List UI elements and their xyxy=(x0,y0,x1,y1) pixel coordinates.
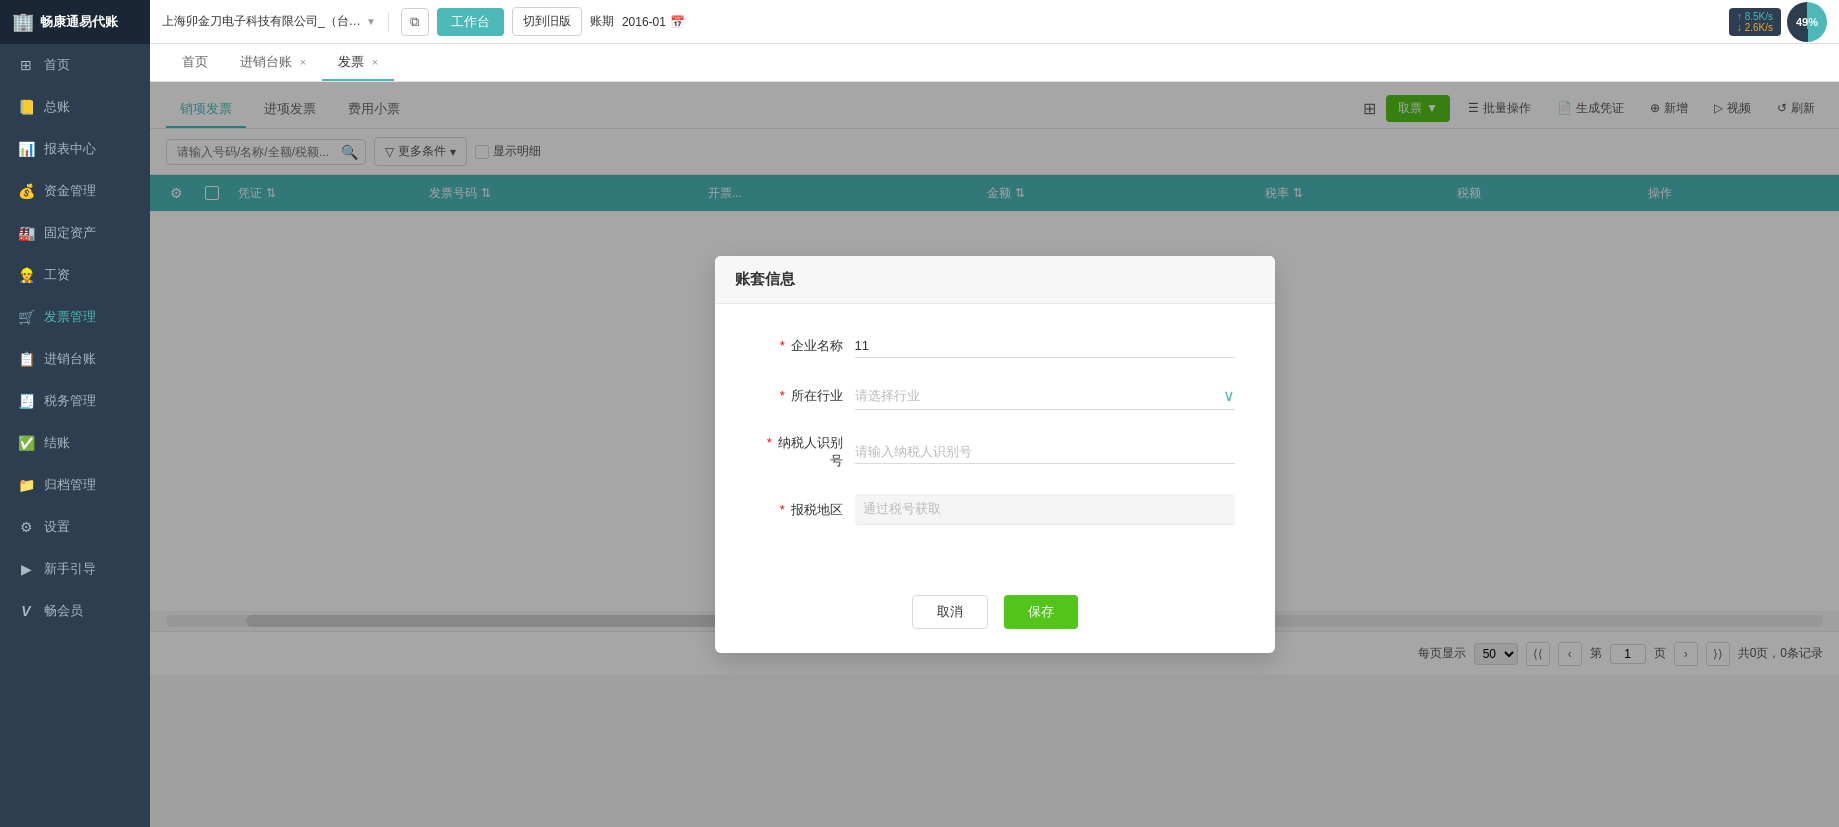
tax-id-label: * 纳税人识别号 xyxy=(755,434,855,470)
sidebar-item-reports[interactable]: 📊 报表中心 xyxy=(0,128,150,170)
sidebar-item-invoice[interactable]: 🛒 发票管理 xyxy=(0,296,150,338)
reports-icon: 📊 xyxy=(16,141,36,157)
logo-icon: 🏢 xyxy=(12,11,34,33)
modal-body: * 企业名称 * 所在行业 请选择行业 xyxy=(715,304,1275,579)
copy-button[interactable]: ⧉ xyxy=(401,8,429,36)
top-bar: 上海卯金刀电子科技有限公司_（台201... ▼ ⧉ 工作台 切到旧版 账期 2… xyxy=(150,0,1839,44)
sidebar-item-ledger[interactable]: 📒 总账 xyxy=(0,86,150,128)
company-dropdown-icon: ▼ xyxy=(366,16,376,27)
save-button[interactable]: 保存 xyxy=(1004,595,1078,629)
sidebar-item-guide[interactable]: ▶ 新手引导 xyxy=(0,548,150,590)
form-row-industry: * 所在行业 请选择行业 ∨ xyxy=(755,382,1235,410)
tab-invoice[interactable]: 发票 × xyxy=(322,45,394,81)
invoice-icon: 🛒 xyxy=(16,309,36,325)
industry-label: * 所在行业 xyxy=(755,387,855,405)
close-sales-purchase-tab[interactable]: × xyxy=(300,56,306,68)
separator-1 xyxy=(388,12,389,32)
sidebar-item-funds[interactable]: 💰 资金管理 xyxy=(0,170,150,212)
upload-speed: ↑ 8.5K/s xyxy=(1737,11,1773,22)
tab-sales-purchase[interactable]: 进销台账 × xyxy=(224,45,322,81)
company-name-label: * 企业名称 xyxy=(755,337,855,355)
modal-title: 账套信息 xyxy=(735,270,795,287)
tab-bar: 首页 进销台账 × 发票 × xyxy=(150,44,1839,82)
guide-icon: ▶ xyxy=(16,561,36,577)
download-speed: ↓ 2.6K/s xyxy=(1737,22,1773,33)
tax-id-input[interactable] xyxy=(855,440,1235,464)
archive-icon: 📁 xyxy=(16,477,36,493)
company-name: 上海卯金刀电子科技有限公司_（台201... xyxy=(162,13,362,30)
form-row-tax-region: * 报税地区 通过税号获取 xyxy=(755,494,1235,525)
sidebar-logo: 🏢 畅康通易代账 xyxy=(0,0,150,44)
close-invoice-tab[interactable]: × xyxy=(372,56,378,68)
fixed-assets-icon: 🏭 xyxy=(16,225,36,241)
modal-footer: 取消 保存 xyxy=(715,579,1275,653)
ledger-icon: 📒 xyxy=(16,99,36,115)
progress-circle: 49% xyxy=(1787,2,1827,42)
sales-purchase-icon: 📋 xyxy=(16,351,36,367)
sidebar-item-fixed-assets[interactable]: 🏭 固定资产 xyxy=(0,212,150,254)
sidebar-item-sales-purchase[interactable]: 📋 进销台账 xyxy=(0,338,150,380)
copy-icon: ⧉ xyxy=(410,14,419,30)
tax-region-label: * 报税地区 xyxy=(755,501,855,519)
company-name-input[interactable] xyxy=(855,334,1235,358)
old-version-button[interactable]: 切到旧版 xyxy=(512,7,582,36)
tax-region-display: 通过税号获取 xyxy=(855,494,1235,525)
industry-select[interactable]: 请选择行业 ∨ xyxy=(855,382,1235,410)
top-bar-right: ↑ 8.5K/s ↓ 2.6K/s 49% xyxy=(1729,2,1827,42)
salary-icon: 👷 xyxy=(16,267,36,283)
workbench-button[interactable]: 工作台 xyxy=(437,8,504,36)
sidebar-item-home[interactable]: ⊞ 首页 xyxy=(0,44,150,86)
company-selector[interactable]: 上海卯金刀电子科技有限公司_（台201... ▼ xyxy=(162,13,376,30)
network-stats: ↑ 8.5K/s ↓ 2.6K/s xyxy=(1729,8,1781,36)
tax-icon: 🧾 xyxy=(16,393,36,409)
tab-home[interactable]: 首页 xyxy=(166,45,224,81)
member-icon: V xyxy=(16,603,36,619)
industry-dropdown-icon: ∨ xyxy=(1223,386,1235,405)
settlement-icon: ✅ xyxy=(16,435,36,451)
cancel-button[interactable]: 取消 xyxy=(912,595,988,629)
main-area: 上海卯金刀电子科技有限公司_（台201... ▼ ⧉ 工作台 切到旧版 账期 2… xyxy=(150,0,1839,827)
home-icon: ⊞ xyxy=(16,57,36,73)
sidebar-item-member[interactable]: V 畅会员 xyxy=(0,590,150,632)
content-area: 销项发票 进项发票 费用小票 ⊞ 取票 ▼ ☰ 批量操作 📄 生成凭证 xyxy=(150,82,1839,827)
sidebar: 🏢 畅康通易代账 ⊞ 首页 📒 总账 📊 报表中心 💰 资金管理 🏭 固定资产 … xyxy=(0,0,150,827)
calendar-icon[interactable]: 📅 xyxy=(670,15,685,29)
sidebar-item-tax[interactable]: 🧾 税务管理 xyxy=(0,380,150,422)
form-row-tax-id: * 纳税人识别号 xyxy=(755,434,1235,470)
account-info-modal: 账套信息 * 企业名称 xyxy=(715,256,1275,653)
funds-icon: 💰 xyxy=(16,183,36,199)
logo-text: 畅康通易代账 xyxy=(40,13,118,31)
period-label: 账期 2016-01 📅 xyxy=(590,13,685,30)
sidebar-item-salary[interactable]: 👷 工资 xyxy=(0,254,150,296)
form-row-company-name: * 企业名称 xyxy=(755,334,1235,358)
modal-overlay: 账套信息 * 企业名称 xyxy=(150,82,1839,827)
modal-header: 账套信息 xyxy=(715,256,1275,304)
sidebar-item-archive[interactable]: 📁 归档管理 xyxy=(0,464,150,506)
sidebar-item-settings[interactable]: ⚙ 设置 xyxy=(0,506,150,548)
settings-icon: ⚙ xyxy=(16,519,36,535)
sidebar-item-settlement[interactable]: ✅ 结账 xyxy=(0,422,150,464)
